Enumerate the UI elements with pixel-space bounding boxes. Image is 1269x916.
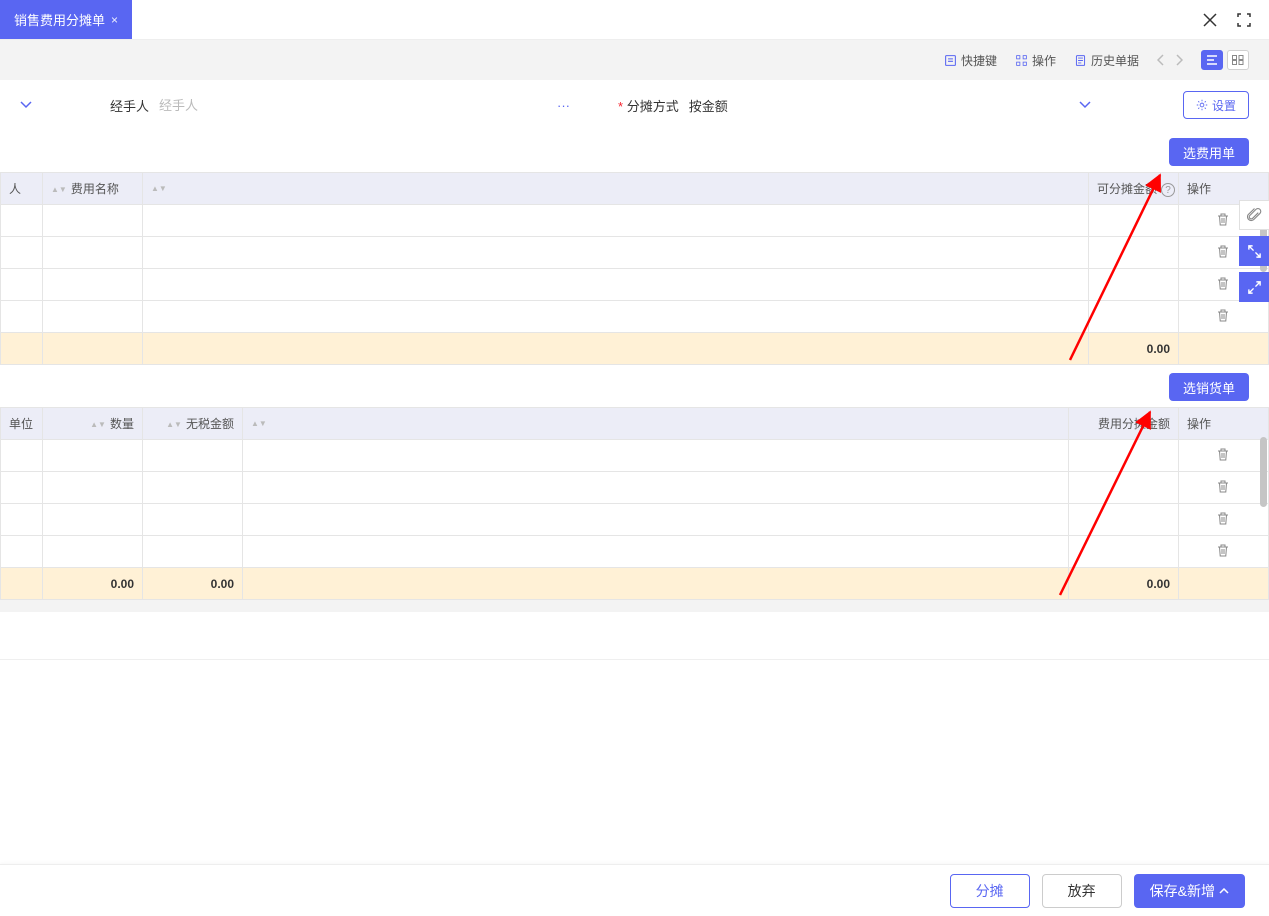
chevron-up-icon [1219, 888, 1229, 894]
handler-input[interactable] [159, 98, 539, 113]
handler-picker-icon[interactable]: ··· [549, 98, 578, 113]
trash-icon[interactable] [1217, 277, 1231, 291]
float-right-panel [1239, 200, 1269, 302]
fee-total-allocatable: 0.00 [1089, 333, 1179, 365]
expand2-icon[interactable] [1239, 272, 1269, 302]
history-label: 历史单据 [1091, 52, 1139, 69]
scrollbar-thumb[interactable] [1260, 437, 1267, 507]
sale-col-op: 操作 [1179, 408, 1269, 440]
table-row[interactable] [1, 301, 1269, 333]
table-row[interactable] [1, 237, 1269, 269]
sale-total-row: 0.00 0.00 0.00 [1, 568, 1269, 600]
method-label: 分摊方式 [618, 96, 679, 115]
footer: 分摊 放弃 保存&新增 [0, 864, 1269, 916]
trash-icon[interactable] [1217, 213, 1231, 227]
fee-col-name[interactable]: ▲▼费用名称 [43, 173, 143, 205]
gear-icon [1196, 99, 1208, 111]
sale-total-qty: 0.00 [43, 568, 143, 600]
table-row[interactable] [1, 472, 1269, 504]
handler-field: 经手人 ··· [110, 96, 578, 115]
table-row[interactable] [1, 504, 1269, 536]
view-grid-icon[interactable] [1227, 50, 1249, 70]
fullscreen-icon[interactable] [1235, 11, 1253, 29]
view-list-icon[interactable] [1201, 50, 1223, 70]
table-row[interactable] [1, 440, 1269, 472]
form-header: 经手人 ··· 分摊方式 设置 [0, 80, 1269, 130]
sale-col-qty[interactable]: ▲▼数量 [43, 408, 143, 440]
help-icon[interactable]: ? [1161, 183, 1175, 197]
shortcut-tool[interactable]: 快捷键 [944, 52, 997, 69]
close-icon[interactable] [1201, 11, 1219, 29]
sale-col-blank[interactable]: ▲▼ [243, 408, 1069, 440]
toolbar: 快捷键 操作 历史单据 [0, 40, 1269, 80]
save-new-button[interactable]: 保存&新增 [1134, 874, 1245, 908]
trash-icon[interactable] [1217, 245, 1231, 259]
operate-tool[interactable]: 操作 [1015, 52, 1056, 69]
blank-band [0, 612, 1269, 660]
fee-grid-section: 选费用单 人 ▲▼费用名称 ▲▼ 可分摊金额? 操作 [0, 130, 1269, 600]
operate-label: 操作 [1032, 52, 1056, 69]
settings-label: 设置 [1212, 97, 1236, 114]
trash-icon[interactable] [1217, 448, 1231, 462]
nav-next-icon[interactable] [1175, 54, 1183, 66]
nav-prev-icon[interactable] [1157, 54, 1165, 66]
select-fee-button[interactable]: 选费用单 [1169, 138, 1249, 166]
method-field: 分摊方式 [618, 96, 1091, 115]
table-row[interactable] [1, 205, 1269, 237]
shortcut-label: 快捷键 [961, 52, 997, 69]
tab-close-icon[interactable]: × [111, 13, 118, 27]
trash-icon[interactable] [1217, 512, 1231, 526]
save-new-label: 保存&新增 [1150, 881, 1215, 901]
sale-total-notax: 0.00 [143, 568, 243, 600]
fee-col-allocatable[interactable]: 可分摊金额? [1089, 173, 1179, 205]
attachment-icon[interactable] [1239, 200, 1269, 230]
fee-grid: 人 ▲▼费用名称 ▲▼ 可分摊金额? 操作 0.00 [0, 172, 1269, 365]
nav-arrows [1157, 54, 1183, 66]
handler-label: 经手人 [110, 96, 149, 115]
divider-band [0, 600, 1269, 612]
sale-col-unit[interactable]: 单位 [1, 408, 43, 440]
tab-active[interactable]: 销售费用分摊单 × [0, 0, 132, 39]
settings-button[interactable]: 设置 [1183, 91, 1249, 119]
sale-col-feealloc[interactable]: 费用分摊金额 [1069, 408, 1179, 440]
table-row[interactable] [1, 269, 1269, 301]
view-toggles [1201, 50, 1249, 70]
history-tool[interactable]: 历史单据 [1074, 52, 1139, 69]
discard-button[interactable]: 放弃 [1042, 874, 1122, 908]
method-input[interactable] [689, 98, 1069, 113]
collapse-chevron-icon[interactable] [20, 101, 50, 109]
trash-icon[interactable] [1217, 309, 1231, 323]
tab-bar: 销售费用分摊单 × [0, 0, 1269, 40]
table-row[interactable] [1, 536, 1269, 568]
trash-icon[interactable] [1217, 480, 1231, 494]
select-sale-button[interactable]: 选销货单 [1169, 373, 1249, 401]
fee-col-party[interactable]: 人 [1, 173, 43, 205]
sale-grid: 单位 ▲▼数量 ▲▼无税金额 ▲▼ 费用分摊金额 操作 0.00 0.00 [0, 407, 1269, 600]
fee-col-blank[interactable]: ▲▼ [143, 173, 1089, 205]
fee-total-row: 0.00 [1, 333, 1269, 365]
allocate-button[interactable]: 分摊 [950, 874, 1030, 908]
trash-icon[interactable] [1217, 544, 1231, 558]
tab-title: 销售费用分摊单 [14, 10, 105, 29]
expand-icon[interactable] [1239, 236, 1269, 266]
sale-total-feealloc: 0.00 [1069, 568, 1179, 600]
sale-col-notax[interactable]: ▲▼无税金额 [143, 408, 243, 440]
method-dropdown-icon[interactable] [1079, 101, 1091, 109]
